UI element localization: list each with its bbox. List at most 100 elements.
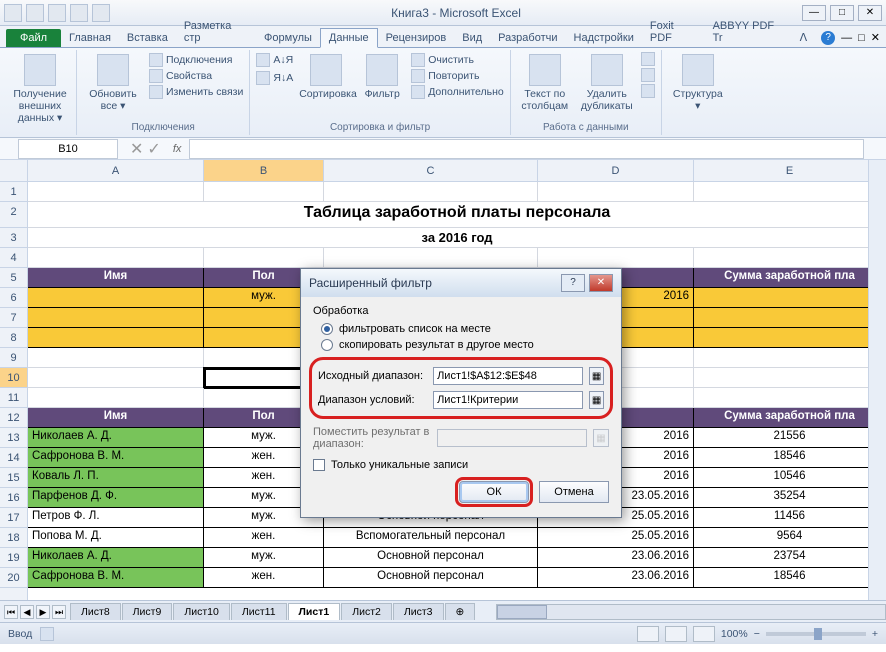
sheet-tab[interactable]: Лист11 xyxy=(231,603,287,620)
tab-addins[interactable]: Надстройки xyxy=(566,29,642,47)
dialog-titlebar[interactable]: Расширенный фильтр ? ✕ xyxy=(301,269,621,297)
view-break-button[interactable] xyxy=(693,626,715,642)
zoom-level[interactable]: 100% xyxy=(721,628,748,640)
ribbon-minimize[interactable]: ᐱ xyxy=(792,28,816,47)
minimize-button[interactable]: — xyxy=(802,5,826,21)
dialog-close-button[interactable]: ✕ xyxy=(589,274,613,292)
tab-nav-prev[interactable]: ◀ xyxy=(20,605,34,619)
tab-insert[interactable]: Вставка xyxy=(119,29,176,47)
row-header[interactable]: 4 xyxy=(0,248,27,268)
view-normal-button[interactable] xyxy=(637,626,659,642)
filter-button[interactable]: Фильтр xyxy=(359,52,405,100)
row-header[interactable]: 10 xyxy=(0,368,27,388)
tab-developer[interactable]: Разработчи xyxy=(490,29,565,47)
source-range-picker[interactable]: ▦ xyxy=(589,367,604,385)
tab-nav-first[interactable]: ⏮ xyxy=(4,605,18,619)
redo-icon[interactable] xyxy=(70,4,88,22)
doc-close-button[interactable]: ✕ xyxy=(871,31,880,44)
criteria-range-input[interactable] xyxy=(433,391,583,409)
cancel-button[interactable]: Отмена xyxy=(539,481,609,503)
unique-records-checkbox[interactable]: Только уникальные записи xyxy=(313,453,609,473)
col-header[interactable]: A xyxy=(28,160,204,181)
row-header[interactable]: 15 xyxy=(0,468,27,488)
data-validation-icon[interactable] xyxy=(641,52,655,66)
view-layout-button[interactable] xyxy=(665,626,687,642)
macro-record-icon[interactable] xyxy=(40,627,54,641)
qat-more-icon[interactable] xyxy=(92,4,110,22)
tab-nav-last[interactable]: ⏭ xyxy=(52,605,66,619)
row-header[interactable]: 14 xyxy=(0,448,27,468)
refresh-all-button[interactable]: Обновить все ▾ xyxy=(83,52,143,112)
zoom-slider[interactable] xyxy=(766,632,866,636)
sheet-tab[interactable]: Лист8 xyxy=(70,603,121,620)
reapply-filter-button[interactable]: Повторить xyxy=(411,68,504,84)
row-headers[interactable]: 1 2 3 4 5 6 7 8 9 10 11 12 13 14 15 16 1… xyxy=(0,160,28,600)
sheet-tab[interactable]: Лист1 xyxy=(288,603,341,620)
undo-icon[interactable] xyxy=(48,4,66,22)
row-header[interactable]: 7 xyxy=(0,308,27,328)
radio-copy-elsewhere[interactable]: скопировать результат в другое место xyxy=(313,337,609,353)
sheet-tab[interactable]: Лист3 xyxy=(393,603,444,620)
formula-input[interactable] xyxy=(189,139,864,159)
sort-za-button[interactable]: Я↓А xyxy=(256,70,293,86)
row-header[interactable]: 12 xyxy=(0,408,27,428)
tab-pagelayout[interactable]: Разметка стр xyxy=(176,17,256,47)
row-header[interactable]: 11 xyxy=(0,388,27,408)
row-header[interactable]: 18 xyxy=(0,528,27,548)
vertical-scrollbar[interactable] xyxy=(868,160,886,600)
row-header[interactable]: 13 xyxy=(0,428,27,448)
edit-links-button[interactable]: Изменить связи xyxy=(149,84,243,100)
radio-icon[interactable] xyxy=(321,323,333,335)
tab-nav-next[interactable]: ▶ xyxy=(36,605,50,619)
col-header[interactable]: C xyxy=(324,160,538,181)
horizontal-scrollbar[interactable] xyxy=(496,604,886,620)
ok-button[interactable]: ОК xyxy=(459,481,529,503)
new-sheet-button[interactable]: ⊕ xyxy=(445,603,476,620)
sheet-tab[interactable]: Лист10 xyxy=(173,603,230,620)
sort-az-button[interactable]: А↓Я xyxy=(256,52,293,68)
sort-button[interactable]: Сортировка xyxy=(299,52,353,100)
file-tab[interactable]: Файл xyxy=(6,29,61,47)
tab-abbyy[interactable]: ABBYY PDF Tr xyxy=(705,17,792,47)
fx-icon[interactable]: fx xyxy=(173,143,182,155)
radio-filter-inplace[interactable]: фильтровать список на месте xyxy=(313,321,609,337)
row-header[interactable]: 3 xyxy=(0,228,27,248)
zoom-out-button[interactable]: − xyxy=(754,628,760,640)
tab-foxit[interactable]: Foxit PDF xyxy=(642,17,705,47)
save-icon[interactable] xyxy=(26,4,44,22)
tab-view[interactable]: Вид xyxy=(454,29,490,47)
row-header[interactable]: 8 xyxy=(0,328,27,348)
checkbox-icon[interactable] xyxy=(313,459,325,471)
sheet-tab[interactable]: Лист2 xyxy=(341,603,392,620)
row-header[interactable]: 9 xyxy=(0,348,27,368)
text-to-columns-button[interactable]: Текст по столбцам xyxy=(517,52,573,112)
accept-formula-icon[interactable]: ✓ xyxy=(147,139,160,159)
row-header[interactable]: 20 xyxy=(0,568,27,588)
tab-review[interactable]: Рецензиров xyxy=(378,29,455,47)
col-header[interactable]: E xyxy=(694,160,886,181)
tab-home[interactable]: Главная xyxy=(61,29,119,47)
outline-button[interactable]: Структура ▾ xyxy=(668,52,728,112)
table-cell[interactable]: Николаев А. Д. xyxy=(28,428,204,448)
cancel-formula-icon[interactable]: ✕ xyxy=(130,139,143,159)
remove-duplicates-button[interactable]: Удалить дубликаты xyxy=(579,52,635,112)
connections-button[interactable]: Подключения xyxy=(149,52,243,68)
radio-icon[interactable] xyxy=(321,339,333,351)
criteria-range-picker[interactable]: ▦ xyxy=(589,391,604,409)
doc-restore-button[interactable]: □ xyxy=(858,32,865,44)
help-icon[interactable]: ? xyxy=(821,31,835,45)
column-headers[interactable]: A B C D E xyxy=(28,160,886,182)
dialog-help-button[interactable]: ? xyxy=(561,274,585,292)
name-box[interactable] xyxy=(18,139,118,159)
close-button[interactable]: ✕ xyxy=(858,5,882,21)
col-header[interactable]: D xyxy=(538,160,694,181)
properties-button[interactable]: Свойства xyxy=(149,68,243,84)
row-header[interactable]: 19 xyxy=(0,548,27,568)
row-header[interactable]: 17 xyxy=(0,508,27,528)
row-header[interactable]: 1 xyxy=(0,182,27,202)
whatif-icon[interactable] xyxy=(641,84,655,98)
col-header[interactable]: B xyxy=(204,160,324,181)
advanced-filter-button[interactable]: Дополнительно xyxy=(411,84,504,100)
consolidate-icon[interactable] xyxy=(641,68,655,82)
row-header[interactable]: 5 xyxy=(0,268,27,288)
